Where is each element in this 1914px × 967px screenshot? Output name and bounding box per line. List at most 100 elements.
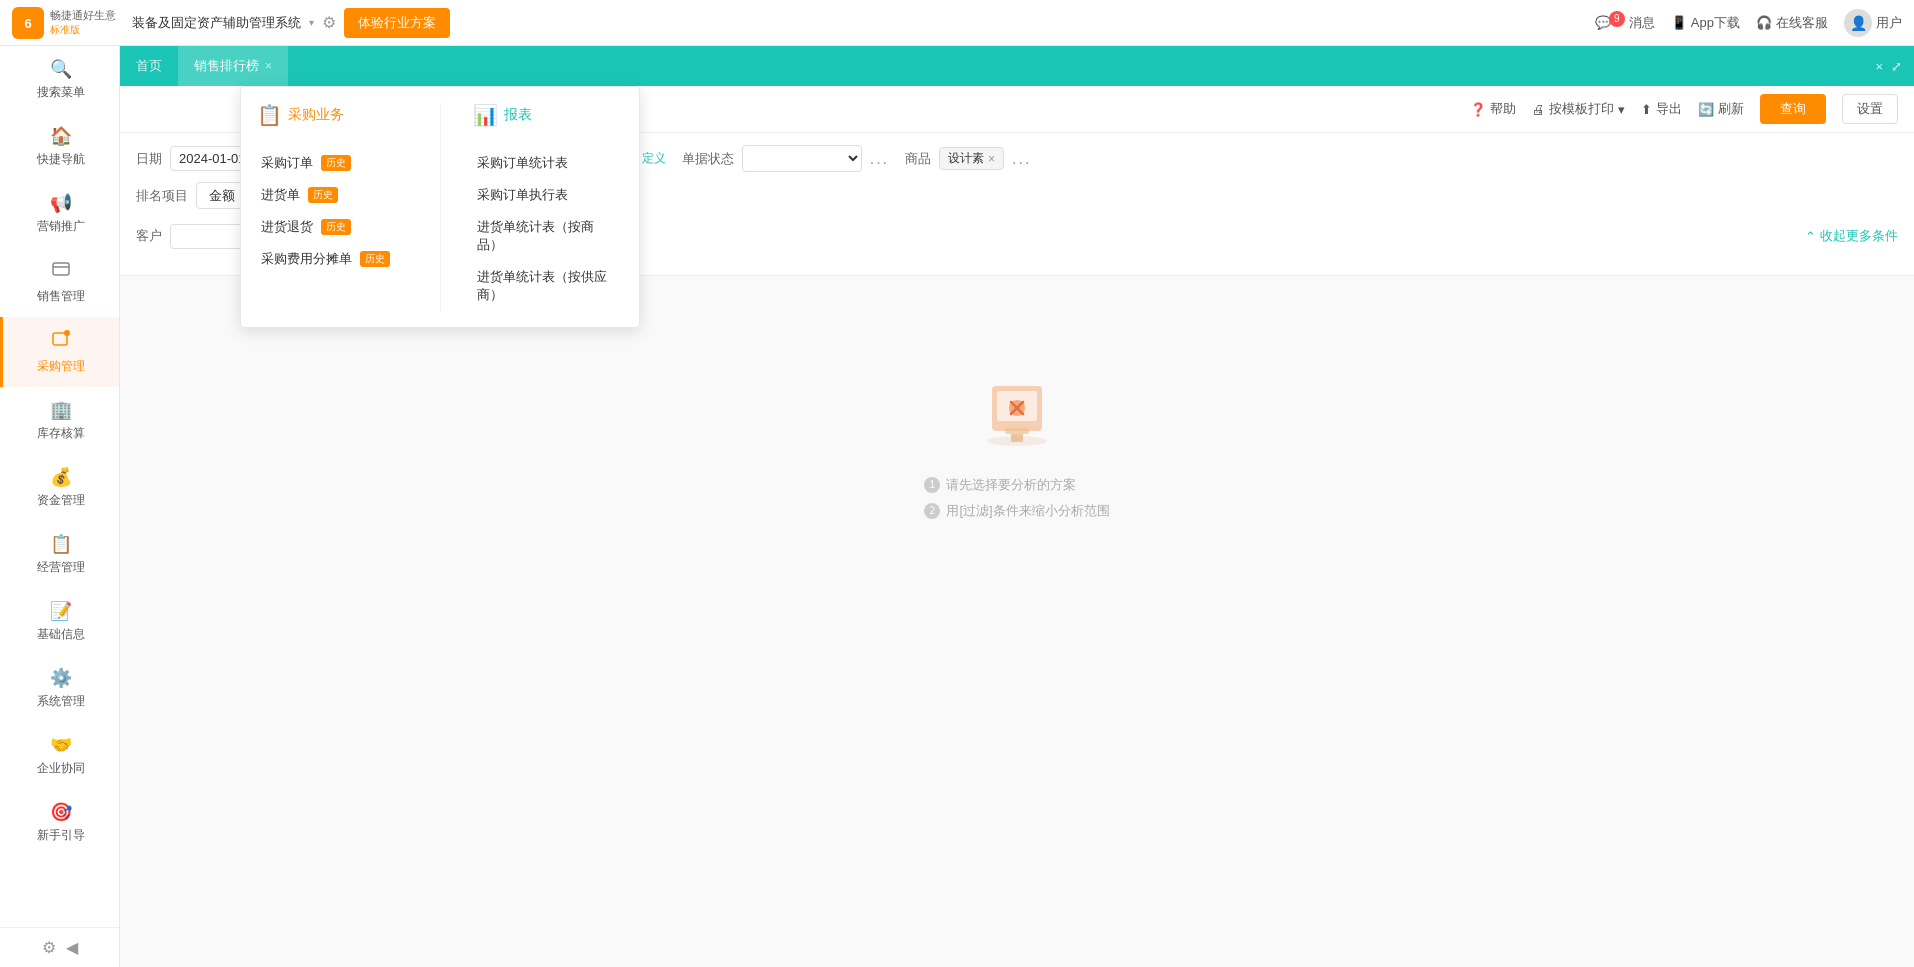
purchase-dropdown: 📋 采购业务 采购订单 历史 进货单 历史 进货退货 历史 采购费用分摊单 <box>240 86 640 328</box>
dropdown-item-inbound[interactable]: 进货单 历史 <box>257 179 408 211</box>
tab-close-icon[interactable]: × <box>265 59 272 73</box>
export-label: 导出 <box>1656 100 1682 118</box>
dropdown-label-purchase-order-stat: 采购订单统计表 <box>477 154 568 172</box>
print-label: 按模板打印 <box>1549 100 1614 118</box>
customer-label: 客户 <box>136 227 162 245</box>
sidebar-item-marketing[interactable]: 📢 营销推广 <box>0 180 119 247</box>
marketing-icon: 📢 <box>50 192 72 214</box>
sidebar-item-inventory[interactable]: 🏢 库存核算 <box>0 387 119 454</box>
sidebar-settings-btn[interactable]: ⚙ <box>42 938 56 957</box>
purchase-icon <box>51 329 71 354</box>
date-label: 日期 <box>136 150 162 168</box>
print-icon: 🖨 <box>1532 102 1545 117</box>
dropdown-purchase-title: 📋 采购业务 <box>257 103 408 135</box>
goods-tag: 设计素 × <box>939 147 1004 170</box>
purchase-col-icon: 📋 <box>257 103 282 127</box>
sidebar-item-basic-info[interactable]: 📝 基础信息 <box>0 588 119 655</box>
dropdown-item-inbound-stat-supplier[interactable]: 进货单统计表（按供应商） <box>473 261 624 311</box>
dropdown-label-inbound: 进货单 <box>261 186 300 204</box>
app-download-label: App下载 <box>1691 14 1740 32</box>
sidebar-label-sales: 销售管理 <box>37 288 85 305</box>
dropdown-item-purchase-order-exec[interactable]: 采购订单执行表 <box>473 179 624 211</box>
sidebar-item-guide[interactable]: 🎯 新手引导 <box>0 789 119 856</box>
sidebar-item-operations[interactable]: 📋 经营管理 <box>0 521 119 588</box>
history-badge-3: 历史 <box>360 251 390 267</box>
doc-status-select[interactable] <box>742 145 862 172</box>
app-download-btn[interactable]: 📱 App下载 <box>1671 14 1740 32</box>
help-btn[interactable]: ❓ 帮助 <box>1470 100 1516 118</box>
collapse-filter-btn[interactable]: ⌃ 收起更多条件 <box>1805 219 1898 253</box>
logo-edition: 标准版 <box>50 23 116 37</box>
sidebar-label-inventory: 库存核算 <box>37 425 85 442</box>
refresh-icon: 🔄 <box>1698 102 1714 117</box>
title-dropdown-icon[interactable]: ▾ <box>309 17 314 28</box>
report-section-title: 报表 <box>504 106 532 124</box>
dropdown-label-expense: 采购费用分摊单 <box>261 250 352 268</box>
sidebar-item-system[interactable]: ⚙️ 系统管理 <box>0 655 119 722</box>
refresh-btn[interactable]: 🔄 刷新 <box>1698 100 1744 118</box>
logo-text-line1: 畅捷通好生意 <box>50 8 116 22</box>
collapse-icon: ⌃ <box>1805 229 1816 244</box>
settings-icon[interactable]: ⚙ <box>322 13 336 32</box>
svg-point-5 <box>64 330 70 336</box>
top-bar: 6 畅捷通好生意 标准版 装备及固定资产辅助管理系统 ▾ ⚙ 体验行业方案 💬 … <box>0 0 1914 46</box>
window-maximize-btn[interactable]: ⤢ <box>1891 59 1902 74</box>
goods-dots[interactable]: ... <box>1012 150 1031 168</box>
operations-icon: 📋 <box>50 533 72 555</box>
dropdown-label-inbound-stat-goods: 进货单统计表（按商品） <box>477 218 620 254</box>
online-service-btn[interactable]: 🎧 在线客服 <box>1756 14 1828 32</box>
top-right: 💬 9 消息 📱 App下载 🎧 在线客服 👤 用户 <box>1595 9 1902 37</box>
print-dropdown-icon[interactable]: ▾ <box>1618 102 1625 117</box>
sidebar-item-search[interactable]: 🔍 搜索菜单 <box>0 46 119 113</box>
history-badge-1: 历史 <box>308 187 338 203</box>
empty-illustration <box>967 356 1067 456</box>
user-btn[interactable]: 👤 用户 <box>1844 9 1902 37</box>
finance-icon: 💰 <box>50 466 72 488</box>
print-btn[interactable]: 🖨 按模板打印 ▾ <box>1532 100 1625 118</box>
export-icon: ⬆ <box>1641 102 1652 117</box>
tab-home[interactable]: 首页 <box>120 46 178 86</box>
tip-num-1: 1 <box>924 477 940 493</box>
query-button[interactable]: 查询 <box>1760 94 1826 124</box>
trial-button[interactable]: 体验行业方案 <box>344 8 450 38</box>
sidebar-label-search: 搜索菜单 <box>37 84 85 101</box>
sidebar-item-finance[interactable]: 💰 资金管理 <box>0 454 119 521</box>
dropdown-item-inbound-stat-goods[interactable]: 进货单统计表（按商品） <box>473 211 624 261</box>
sidebar-item-cooperation[interactable]: 🤝 企业协同 <box>0 722 119 789</box>
export-btn[interactable]: ⬆ 导出 <box>1641 100 1682 118</box>
goods-tag-close[interactable]: × <box>988 152 995 166</box>
sidebar-label-finance: 资金管理 <box>37 492 85 509</box>
tab-sales-ranking[interactable]: 销售排行榜 × <box>178 46 288 86</box>
goods-filter: 商品 设计素 × ... <box>905 147 1031 170</box>
collapse-label: 收起更多条件 <box>1820 227 1898 245</box>
help-label: 帮助 <box>1490 100 1516 118</box>
dropdown-item-purchase-order[interactable]: 采购订单 历史 <box>257 147 408 179</box>
message-btn[interactable]: 💬 9 消息 <box>1595 14 1655 32</box>
sidebar-item-purchase[interactable]: 采购管理 <box>0 317 119 387</box>
tab-window-btns: × ⤢ <box>1875 59 1914 74</box>
dropdown-item-expense[interactable]: 采购费用分摊单 历史 <box>257 243 408 275</box>
dropdown-purchase-col: 📋 采购业务 采购订单 历史 进货单 历史 进货退货 历史 采购费用分摊单 <box>257 103 408 311</box>
window-close-btn[interactable]: × <box>1875 59 1883 74</box>
sidebar-item-quick-nav[interactable]: 🏠 快捷导航 <box>0 113 119 180</box>
search-icon: 🔍 <box>50 58 72 80</box>
settings-button[interactable]: 设置 <box>1842 94 1898 124</box>
rank-item-label: 排名项目 <box>136 187 188 205</box>
sidebar: 🔍 搜索菜单 🏠 快捷导航 📢 营销推广 销售管理 <box>0 46 120 967</box>
headset-icon: 🎧 <box>1756 15 1772 30</box>
sidebar-bottom: ⚙ ◀ <box>0 927 119 967</box>
doc-status-dots[interactable]: ... <box>870 150 889 168</box>
sidebar-collapse-btn[interactable]: ◀ <box>66 938 78 957</box>
dropdown-item-purchase-order-stat[interactable]: 采购订单统计表 <box>473 147 624 179</box>
history-badge-0: 历史 <box>321 155 351 171</box>
help-icon: ❓ <box>1470 102 1486 117</box>
sidebar-item-sales[interactable]: 销售管理 <box>0 247 119 317</box>
sidebar-label-guide: 新手引导 <box>37 827 85 844</box>
tab-sales-ranking-label: 销售排行榜 <box>194 57 259 75</box>
purchase-section-title: 采购业务 <box>288 106 344 124</box>
empty-tips: 1 请先选择要分析的方案 2 用[过滤]条件来缩小分析范围 <box>924 472 1109 524</box>
dropdown-item-inbound-return[interactable]: 进货退货 历史 <box>257 211 408 243</box>
system-title-area: 装备及固定资产辅助管理系统 ▾ ⚙ 体验行业方案 <box>132 8 1595 38</box>
tab-home-label: 首页 <box>136 57 162 75</box>
system-icon: ⚙️ <box>50 667 72 689</box>
